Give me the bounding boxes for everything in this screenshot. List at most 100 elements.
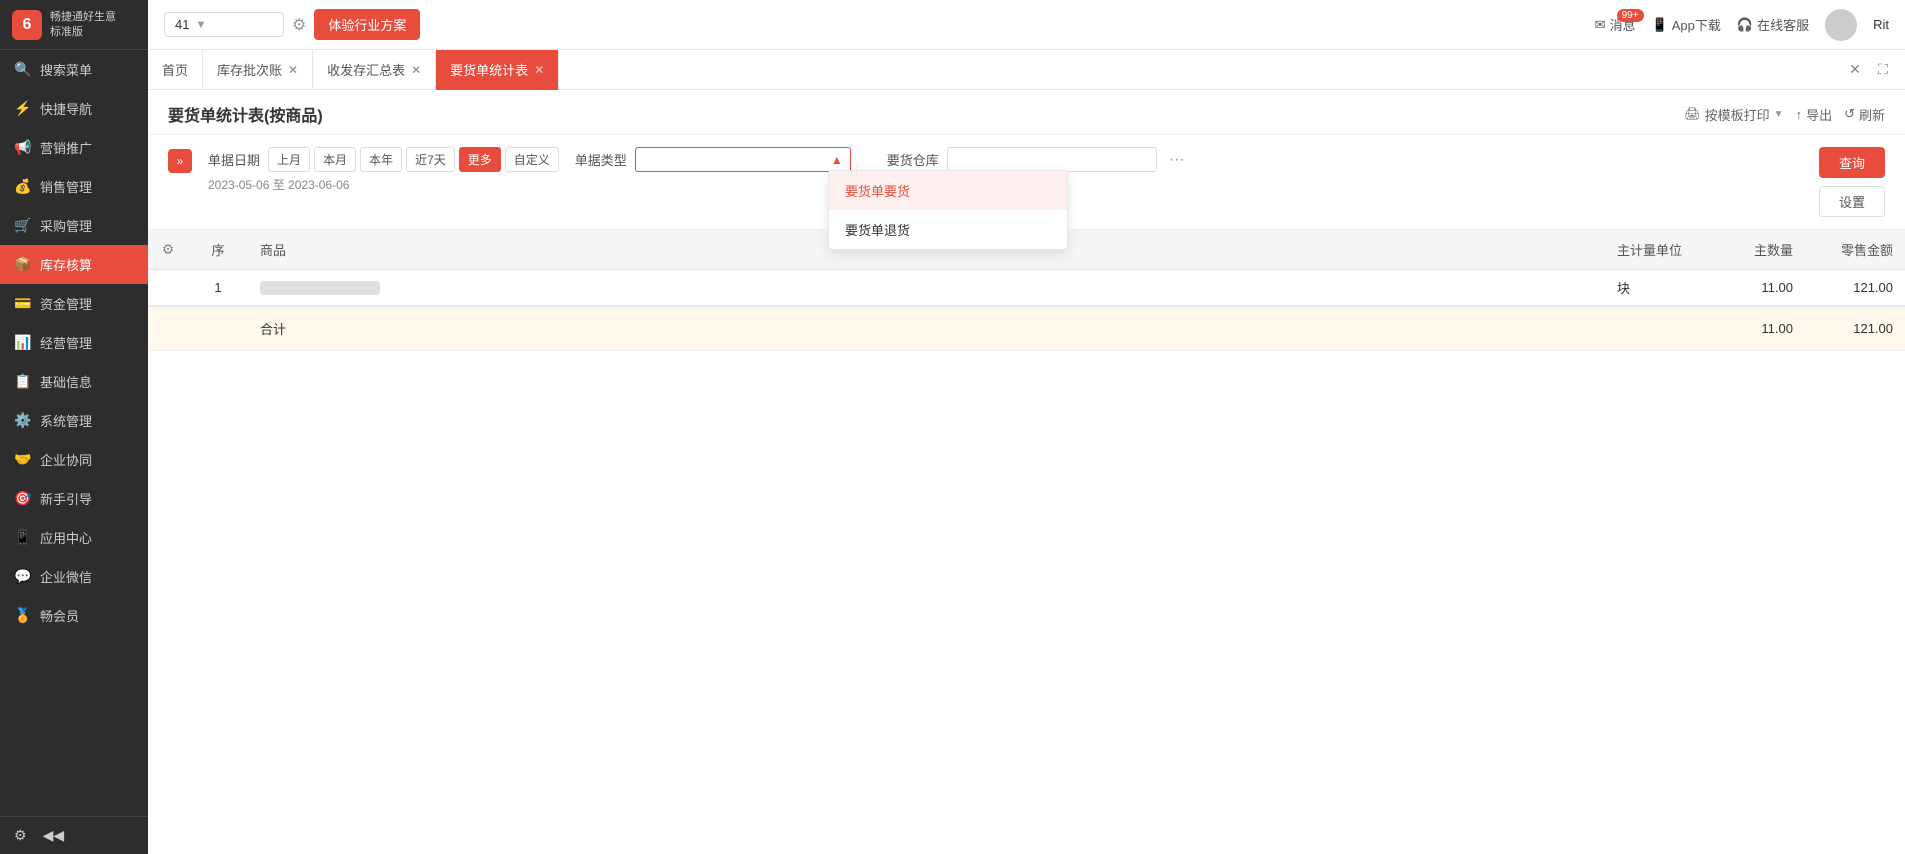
sidebar-item-sales[interactable]: 💰 销售管理 [0, 167, 148, 206]
dropdown-item-order-return[interactable]: 要货单退货 [829, 210, 1067, 249]
tab-collect-summary-label: 收发存汇总表 [327, 60, 405, 79]
trial-button[interactable]: 体验行业方案 [314, 9, 420, 40]
date-filter-group: 单据日期 上月 本月 本年 近7天 更多 自定义 2023-05-06 至 20… [208, 147, 559, 193]
sidebar-item-finance[interactable]: 💳 资金管理 [0, 284, 148, 323]
bottom-settings-icon[interactable]: ⚙ [14, 827, 27, 844]
date-btn-last-month[interactable]: 上月 [268, 147, 310, 172]
top-bar-right: ✉ 消息 99+ 📱 App下载 🎧 在线客服 Rit [1595, 9, 1889, 41]
settings-button[interactable]: 设置 [1819, 186, 1885, 217]
sidebar-item-label: 基础信息 [40, 372, 92, 391]
date-btn-this-year[interactable]: 本年 [360, 147, 402, 172]
sidebar-item-label: 营销推广 [40, 138, 92, 157]
app-logo: 6 畅捷通好生意 标准版 [0, 0, 148, 50]
date-btn-this-month[interactable]: 本月 [314, 147, 356, 172]
export-btn[interactable]: ↑ 导出 [1796, 105, 1833, 124]
marketing-icon: 📢 [14, 139, 32, 157]
sidebar-item-wechat[interactable]: 💬 企业微信 [0, 557, 148, 596]
sidebar: 6 畅捷通好生意 标准版 🔍 搜索菜单 ⚡ 快捷导航 📢 营销推广 💰 销售管理… [0, 0, 148, 854]
apps-icon: 📱 [14, 529, 32, 547]
sidebar-item-inventory[interactable]: 📦 库存核算 [0, 245, 148, 284]
sidebar-item-label: 快捷导航 [40, 99, 92, 118]
th-amount: 零售金额 [1805, 230, 1905, 270]
refresh-btn[interactable]: ↺ 刷新 [1844, 105, 1885, 124]
window-expand-btn[interactable]: ⛶ [1869, 56, 1897, 84]
sidebar-item-guide[interactable]: 🎯 新手引导 [0, 479, 148, 518]
tab-order-summary[interactable]: 要货单统计表 ✕ [436, 50, 559, 90]
finance-icon: 💳 [14, 295, 32, 313]
avatar[interactable] [1825, 9, 1857, 41]
warehouse-input[interactable] [947, 147, 1157, 172]
sidebar-item-quick-nav[interactable]: ⚡ 快捷导航 [0, 89, 148, 128]
tab-order-summary-close-icon[interactable]: ✕ [534, 63, 544, 77]
app-download-btn[interactable]: 📱 App下载 [1652, 15, 1721, 34]
th-settings: ⚙ [148, 230, 188, 270]
top-bar-left: 41 ▼ ⚙ 体验行业方案 [164, 9, 1583, 40]
sidebar-item-label: 畅会员 [40, 606, 79, 625]
tab-collect-summary[interactable]: 收发存汇总表 ✕ [313, 50, 436, 90]
page-content: 要货单统计表(按商品) 🖨 按模板打印 ▼ ↑ 导出 ↺ 刷新 [148, 90, 1905, 854]
page-header: 要货单统计表(按商品) 🖨 按模板打印 ▼ ↑ 导出 ↺ 刷新 [148, 90, 1905, 135]
type-input[interactable] [635, 147, 851, 172]
tab-batch-account-close-icon[interactable]: ✕ [288, 63, 298, 77]
sidebar-collapse-icon[interactable]: ◀◀ [43, 827, 65, 844]
tab-batch-account[interactable]: 库存批次账 ✕ [203, 50, 313, 90]
sidebar-item-purchase[interactable]: 🛒 采购管理 [0, 206, 148, 245]
online-service-btn[interactable]: 🎧 在线客服 [1737, 15, 1809, 34]
sidebar-item-label: 搜索菜单 [40, 60, 92, 79]
type-filter-label: 单据类型 [575, 150, 627, 169]
sidebar-item-base[interactable]: 📋 基础信息 [0, 362, 148, 401]
date-range-text: 2023-05-06 至 2023-06-06 [208, 176, 559, 193]
sidebar-item-label: 采购管理 [40, 216, 92, 235]
sidebar-item-label: 经营管理 [40, 333, 92, 352]
tab-home-label: 首页 [162, 60, 188, 79]
dropdown-item-order-goods[interactable]: 要货单要货 [829, 171, 1067, 210]
sidebar-item-cooperation[interactable]: 🤝 企业协同 [0, 440, 148, 479]
date-buttons: 上月 本月 本年 近7天 更多 自定义 [268, 147, 559, 172]
expand-filter-btn[interactable]: » [168, 149, 192, 173]
right-action-btns: 查询 设置 [1819, 147, 1885, 217]
filter-more-icon[interactable]: ··· [1165, 151, 1189, 169]
date-filter-label: 单据日期 [208, 150, 260, 169]
total-amount: 121.00 [1805, 306, 1905, 351]
window-close-btn[interactable]: ✕ [1841, 56, 1869, 84]
purchase-icon: 🛒 [14, 217, 32, 235]
total-label: 合计 [248, 306, 1605, 351]
sidebar-item-member[interactable]: 🏅 畅会员 [0, 596, 148, 635]
store-selector[interactable]: 41 ▼ [164, 12, 284, 37]
table-settings-icon[interactable]: ⚙ [162, 241, 175, 257]
tab-bar: 首页 库存批次账 ✕ 收发存汇总表 ✕ 要货单统计表 ✕ ✕ ⛶ [148, 50, 1905, 90]
cooperation-icon: 🤝 [14, 451, 32, 469]
sidebar-item-label: 销售管理 [40, 177, 92, 196]
cell-amount: 121.00 [1805, 270, 1905, 307]
sidebar-item-label: 库存核算 [40, 255, 92, 274]
top-bar: 41 ▼ ⚙ 体验行业方案 ✉ 消息 99+ 📱 App下载 🎧 在线客服 Ri… [148, 0, 1905, 50]
tab-collect-summary-close-icon[interactable]: ✕ [411, 63, 421, 77]
sidebar-item-operation[interactable]: 📊 经营管理 [0, 323, 148, 362]
query-button[interactable]: 查询 [1819, 147, 1885, 178]
sidebar-item-search[interactable]: 🔍 搜索菜单 [0, 50, 148, 89]
date-btn-more[interactable]: 更多 [459, 147, 501, 172]
topbar-settings-icon[interactable]: ⚙ [292, 15, 306, 35]
warehouse-filter-label: 要货仓库 [887, 150, 939, 169]
cell-product [248, 270, 1605, 307]
tab-home[interactable]: 首页 [148, 50, 203, 90]
messages-badge: 99+ [1617, 9, 1644, 22]
sidebar-item-marketing[interactable]: 📢 营销推广 [0, 128, 148, 167]
warehouse-filter: 要货仓库 ··· [887, 147, 1189, 172]
print-btn[interactable]: 🖨 按模板打印 ▼ [1684, 105, 1783, 124]
service-icon: 🎧 [1737, 17, 1753, 33]
th-unit: 主计量单位 [1605, 230, 1705, 270]
tab-batch-account-label: 库存批次账 [217, 60, 282, 79]
export-icon: ↑ [1796, 107, 1803, 122]
username-text: Rit [1873, 17, 1889, 32]
sidebar-item-system[interactable]: ⚙️ 系统管理 [0, 401, 148, 440]
sidebar-item-apps[interactable]: 📱 应用中心 [0, 518, 148, 557]
messages-btn[interactable]: ✉ 消息 99+ [1595, 15, 1636, 34]
guide-icon: 🎯 [14, 490, 32, 508]
sidebar-item-label: 资金管理 [40, 294, 92, 313]
online-service-label: 在线客服 [1757, 15, 1809, 34]
date-btn-custom[interactable]: 自定义 [505, 147, 559, 172]
type-select-wrapper: ▲ [635, 147, 851, 172]
date-btn-last-7-days[interactable]: 近7天 [406, 147, 455, 172]
product-placeholder [260, 281, 380, 295]
